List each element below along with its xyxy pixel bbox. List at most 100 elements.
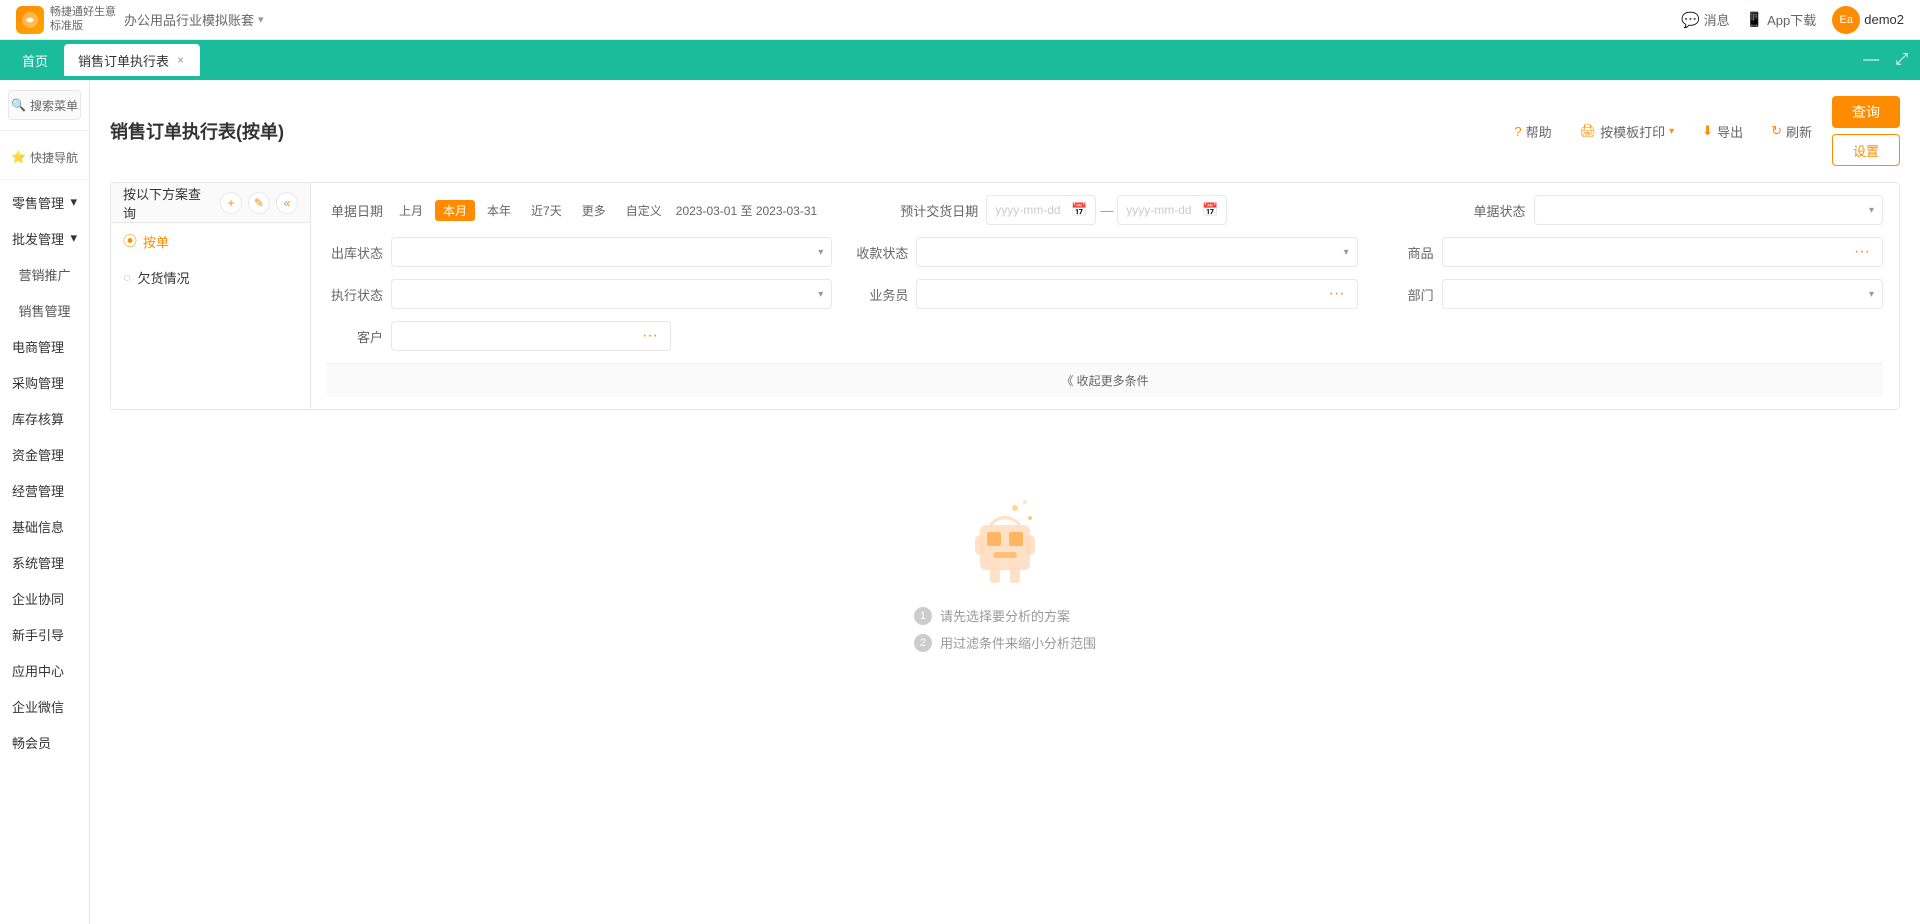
customer-select[interactable]: ··· (391, 321, 671, 351)
sidebar-item-purchase[interactable]: 采购管理 (0, 364, 89, 400)
sidebar-item-appcenter[interactable]: 应用中心 (0, 652, 89, 688)
sidebar-item-enterprise[interactable]: 企业协同 (0, 580, 89, 616)
scheme-item-press-order[interactable]: ⦿ 按单 (111, 223, 310, 259)
date-tab-last-month[interactable]: 上月 (391, 200, 431, 221)
sidebar-item-quick-nav[interactable]: ⭐ 快捷导航 (0, 139, 89, 175)
refresh-button[interactable]: ↻ 刷新 (1763, 118, 1820, 145)
sidebar-item-sales[interactable]: 销售管理 (0, 292, 89, 328)
collapse-icon: 《 (1061, 374, 1073, 388)
date-tabs: 上月 本月 本年 近7天 更多 自定义 (391, 200, 670, 221)
exec-status-select[interactable] (391, 279, 832, 309)
setting-button[interactable]: 设置 (1832, 134, 1900, 166)
sidebar-item-marketing[interactable]: 营销推广 (0, 256, 89, 292)
content-area: 销售订单执行表(按单) ? 帮助 🖨 按模板打印 ▾ ⬇ 导出 (90, 80, 1920, 924)
sidebar-item-newuser[interactable]: 新手引导 (0, 616, 89, 652)
window-max-icon[interactable]: ⤢ (1891, 47, 1912, 73)
filter-row-1: 单据日期 上月 本月 本年 近7天 更多 自定义 20 (327, 195, 1883, 225)
delivery-status-select[interactable] (391, 237, 832, 267)
tab-close-icon[interactable]: × (175, 51, 186, 69)
scheme-item-debit-status[interactable]: ○ 欠货情况 (111, 259, 310, 295)
filter-field-salesperson: 业务员 ··· (852, 279, 1357, 309)
sidebar-item-wholesale[interactable]: 批发管理 (0, 220, 89, 256)
collapse-filter-button[interactable]: 《 收起更多条件 (327, 363, 1883, 397)
date-tab-this-month[interactable]: 本月 (435, 200, 475, 221)
nav-tabs-right: — ⤢ (1859, 47, 1912, 73)
refresh-icon: ↻ (1771, 123, 1782, 139)
filter-field-date: 单据日期 上月 本月 本年 近7天 更多 自定义 20 (327, 200, 878, 221)
sidebar-item-system[interactable]: 系统管理 (0, 544, 89, 580)
tip-1-number: 1 (914, 607, 932, 625)
filter-row-2: 出库状态 收款状态 (327, 237, 1883, 267)
help-icon: ? (1514, 124, 1521, 139)
filter-field-expected-date: 预计交货日期 yyyy-mm-dd 📅 — yyyy-mm-dd 📅 (898, 195, 1449, 225)
sidebar-item-corpwechat[interactable]: 企业微信 (0, 688, 89, 724)
calendar-end-icon: 📅 (1202, 202, 1218, 218)
filter-field-dept: 部门 (1378, 279, 1883, 309)
date-tab-custom[interactable]: 自定义 (618, 200, 670, 221)
salesperson-dots-icon[interactable]: ··· (1325, 285, 1349, 303)
date-tab-7days[interactable]: 近7天 (523, 200, 570, 221)
doc-status-select[interactable] (1534, 195, 1883, 225)
phone-icon: 📱 (1746, 11, 1763, 28)
export-icon: ⬇ (1702, 123, 1713, 139)
expected-date-end[interactable]: yyyy-mm-dd 📅 (1117, 195, 1227, 225)
tip-2-number: 2 (914, 634, 932, 652)
goods-select[interactable]: ··· (1442, 237, 1883, 267)
empty-tip-2: 2 用过滤条件来缩小分析范围 (914, 633, 1096, 652)
sidebar-item-basics[interactable]: 基础信息 (0, 508, 89, 544)
add-scheme-button[interactable]: + (220, 192, 242, 214)
date-tab-more[interactable]: 更多 (574, 200, 614, 221)
logo-area: 畅捷通好生意 标准版 (16, 6, 116, 34)
app-download-button[interactable]: 📱 App下载 (1746, 10, 1817, 29)
sidebar-item-operations[interactable]: 经营管理 (0, 472, 89, 508)
header-right: 💬 消息 📱 App下载 Ea demo2 (1681, 6, 1904, 34)
filter-field-payment: 收款状态 (852, 237, 1357, 267)
message-button[interactable]: 💬 消息 (1681, 10, 1730, 29)
filter-form: 单据日期 上月 本月 本年 近7天 更多 自定义 20 (311, 183, 1899, 409)
nav-tabs: 首页 销售订单执行表 × — ⤢ (0, 40, 1920, 80)
sidebar-item-inventory[interactable]: 库存核算 (0, 400, 89, 436)
delivery-arrow-icon (818, 247, 823, 258)
salesperson-select[interactable]: ··· (916, 279, 1357, 309)
page-title: 销售订单执行表(按单) (110, 118, 284, 144)
customer-dots-icon[interactable]: ··· (638, 327, 662, 345)
sidebar-item-retail[interactable]: 零售管理 (0, 184, 89, 220)
dept-arrow-icon (1869, 289, 1874, 300)
sidebar-item-member[interactable]: 畅会员 (0, 724, 89, 760)
logo-text: 畅捷通好生意 标准版 (50, 6, 116, 32)
collapse-scheme-button[interactable]: « (276, 192, 298, 214)
goods-dots-icon[interactable]: ··· (1850, 243, 1874, 261)
sidebar-item-finance[interactable]: 资金管理 (0, 436, 89, 472)
sidebar-main-sections: 零售管理 批发管理 营销推广 销售管理 电商管理 采购管理 库存核算 (0, 180, 89, 764)
window-min-icon[interactable]: — (1859, 47, 1883, 73)
search-menu-button[interactable]: 🔍 搜索菜单 (8, 90, 81, 120)
tab-home[interactable]: 首页 (8, 44, 62, 76)
expected-date-start[interactable]: yyyy-mm-dd 📅 (986, 195, 1096, 225)
query-button[interactable]: 查询 (1832, 96, 1900, 128)
filter-scheme-header: 按以下方案查询 + ✎ « (111, 183, 310, 223)
filter-field-delivery: 出库状态 (327, 237, 832, 267)
print-icon: 🖨 (1580, 123, 1597, 139)
filter-field-goods: 商品 ··· (1378, 237, 1883, 267)
filter-field-exec-status: 执行状态 (327, 279, 832, 309)
sidebar-search-area: 🔍 搜索菜单 (0, 80, 89, 131)
empty-tips: 1 请先选择要分析的方案 2 用过滤条件来缩小分析范围 (914, 606, 1096, 652)
template-print-button[interactable]: 🖨 按模板打印 ▾ (1572, 118, 1683, 145)
tab-sales-order-exec[interactable]: 销售订单执行表 × (64, 44, 200, 76)
user-menu[interactable]: Ea demo2 (1832, 6, 1904, 34)
page-actions: ? 帮助 🖨 按模板打印 ▾ ⬇ 导出 ↻ 刷新 (1506, 96, 1900, 166)
empty-tip-1: 1 请先选择要分析的方案 (914, 606, 1096, 625)
sidebar-item-ecommerce[interactable]: 电商管理 (0, 328, 89, 364)
dept-select[interactable] (1442, 279, 1883, 309)
retail-chevron-icon (70, 194, 77, 210)
edit-scheme-button[interactable]: ✎ (248, 192, 270, 214)
help-button[interactable]: ? 帮助 (1506, 118, 1559, 145)
message-icon: 💬 (1681, 11, 1700, 29)
doc-status-arrow-icon (1869, 205, 1874, 216)
filter-panel: 按以下方案查询 + ✎ « ⦿ 按单 ○ 欠货情况 (110, 182, 1900, 410)
export-button[interactable]: ⬇ 导出 (1694, 118, 1751, 145)
date-tab-this-year[interactable]: 本年 (479, 200, 519, 221)
payment-status-select[interactable] (916, 237, 1357, 267)
sidebar-quick-nav-section: ⭐ 快捷导航 (0, 131, 89, 180)
breadcrumb[interactable]: 办公用品行业模拟账套 ▾ (124, 10, 264, 29)
